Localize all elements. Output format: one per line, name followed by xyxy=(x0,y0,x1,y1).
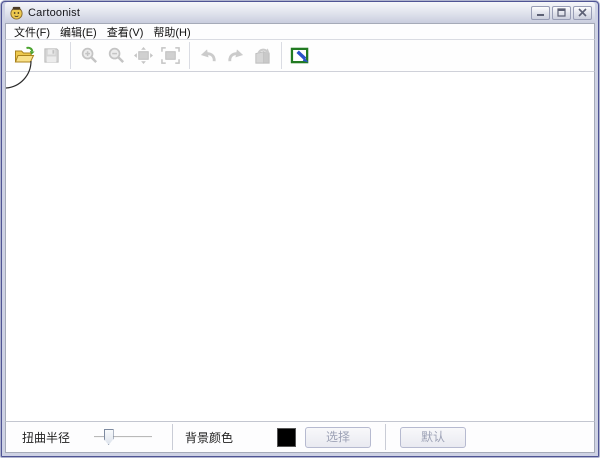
app-icon xyxy=(10,6,23,20)
save-image-button[interactable] xyxy=(38,42,65,69)
zoom-out-button[interactable] xyxy=(103,42,130,69)
toolbar xyxy=(5,39,595,72)
maximize-button[interactable] xyxy=(552,5,571,20)
open-folder-icon xyxy=(14,46,35,63)
undo-icon xyxy=(200,49,216,62)
close-icon xyxy=(578,8,587,17)
minimize-button[interactable] xyxy=(531,5,550,20)
select-color-button[interactable]: 选择 xyxy=(305,426,372,448)
app-window: Cartoonist 文件(F) 编辑(E) 查看(V) 帮助(H) 扭曲半径 … xyxy=(0,0,600,458)
toolbar-separator xyxy=(189,42,190,69)
window-title: Cartoonist xyxy=(28,6,81,19)
distort-radius-label: 扭曲半径 xyxy=(22,430,71,445)
slider-thumb[interactable] xyxy=(103,429,114,445)
title-bar[interactable]: Cartoonist xyxy=(5,2,595,23)
save-icon xyxy=(44,48,59,63)
actual-size-icon xyxy=(161,47,180,64)
zoom-in-button[interactable] xyxy=(76,42,103,69)
toolbar-separator xyxy=(281,42,282,69)
fit-window-icon xyxy=(134,46,153,65)
menu-view[interactable]: 查看(V) xyxy=(102,23,149,41)
undo-button[interactable] xyxy=(195,42,222,69)
redo-button[interactable] xyxy=(222,42,249,69)
open-image-button[interactable] xyxy=(11,42,38,69)
revert-button[interactable] xyxy=(249,42,276,69)
redo-icon xyxy=(228,49,244,62)
zoom-in-icon xyxy=(81,47,98,64)
menu-help[interactable]: 帮助(H) xyxy=(148,23,195,41)
distort-radius-slider[interactable] xyxy=(94,428,153,446)
bottom-bar: 扭曲半径 背景颜色 选择 默认 xyxy=(5,421,595,453)
maximize-icon xyxy=(557,8,566,17)
revert-icon xyxy=(255,48,270,64)
background-color-label: 背景颜色 xyxy=(185,430,234,445)
default-button[interactable]: 默认 xyxy=(400,426,467,448)
bottom-bar-separator xyxy=(172,424,174,450)
edit-image-button[interactable] xyxy=(287,42,314,69)
close-button[interactable] xyxy=(573,5,592,20)
slider-track[interactable] xyxy=(94,436,153,438)
window-frame: Cartoonist 文件(F) 编辑(E) 查看(V) 帮助(H) 扭曲半径 … xyxy=(1,1,599,457)
minimize-icon xyxy=(537,14,544,16)
fit-window-button[interactable] xyxy=(130,42,157,69)
actual-size-button[interactable] xyxy=(157,42,184,69)
zoom-out-icon xyxy=(108,47,125,64)
toolbar-separator xyxy=(70,42,71,69)
edit-image-icon xyxy=(290,47,309,64)
menu-file[interactable]: 文件(F) xyxy=(9,23,55,41)
menu-edit[interactable]: 编辑(E) xyxy=(55,23,102,41)
menu-bar: 文件(F) 编辑(E) 查看(V) 帮助(H) xyxy=(5,23,595,39)
image-canvas[interactable] xyxy=(5,60,595,421)
background-color-swatch[interactable] xyxy=(277,427,297,447)
bottom-bar-separator xyxy=(385,424,387,450)
